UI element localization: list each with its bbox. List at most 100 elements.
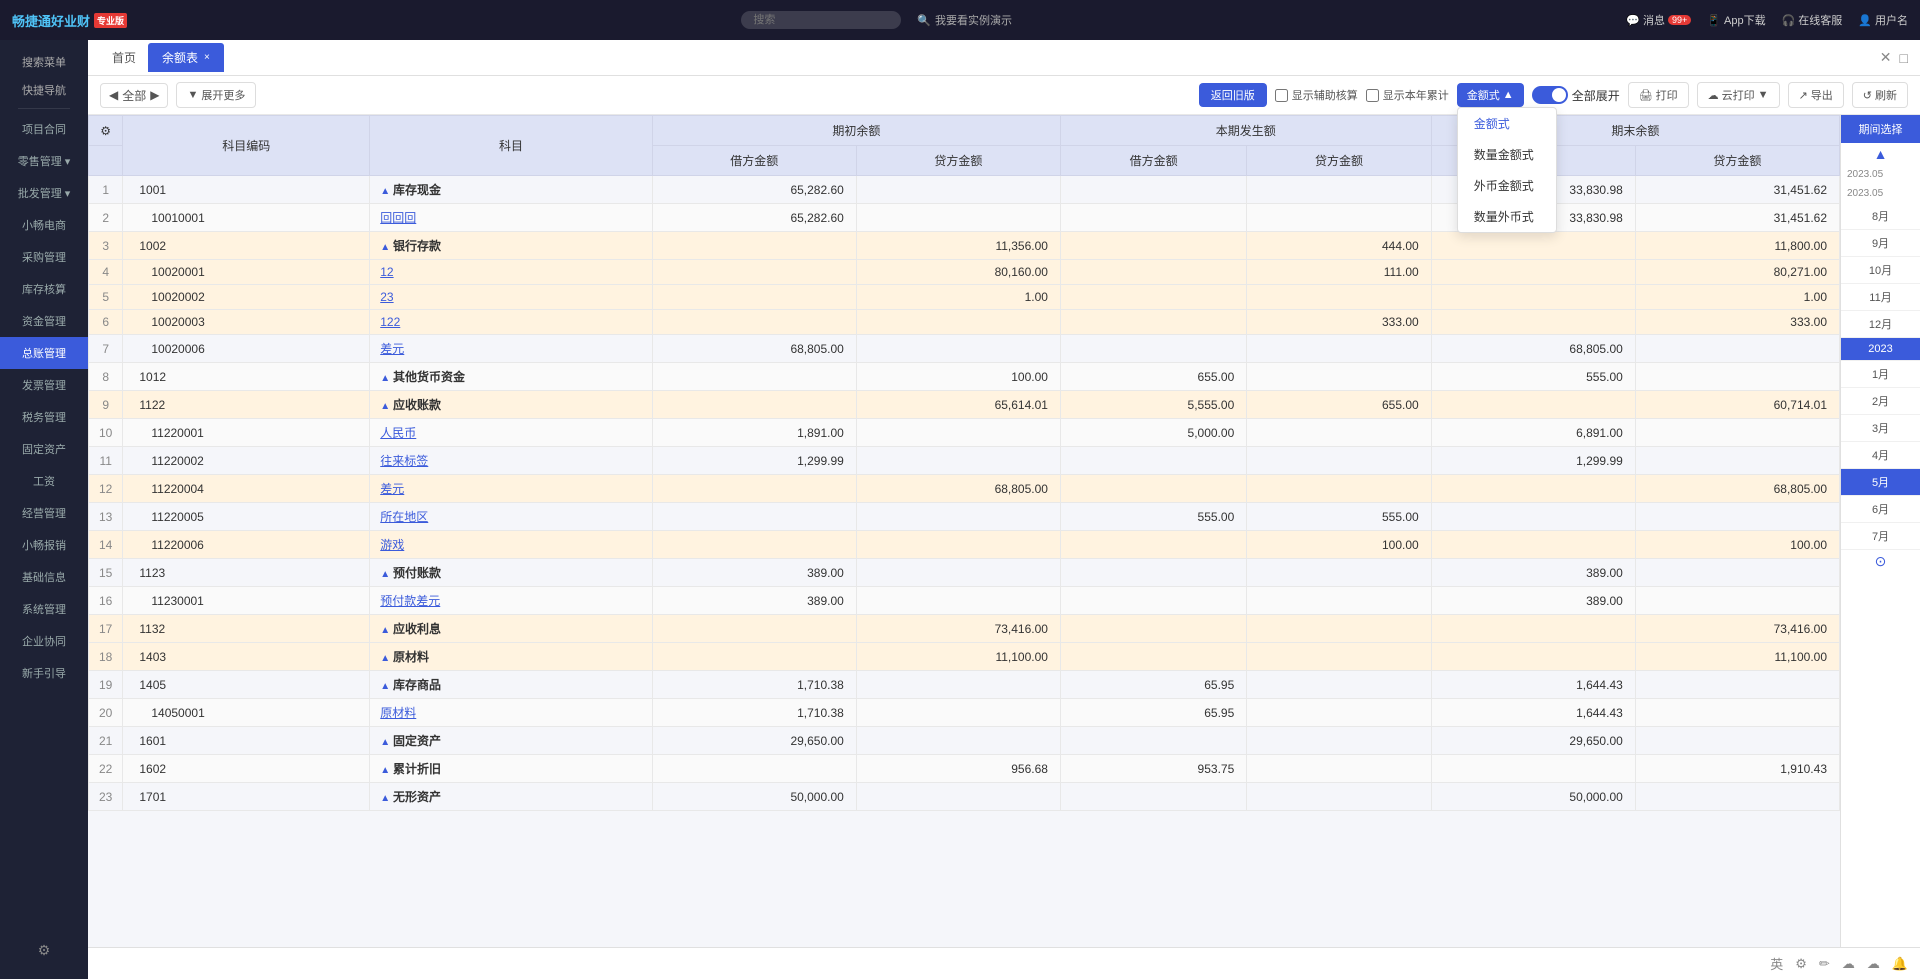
sidebar-item-ledger[interactable]: 总账管理 [0,337,88,369]
sidebar-item-capital[interactable]: 资金管理 [0,305,88,337]
right-panel-month-10[interactable]: 10月 [1841,257,1920,284]
right-panel-month-11[interactable]: 11月 [1841,284,1920,311]
row-amount-cell [1431,615,1635,643]
top-bar: 畅捷通好业财 专业版 🔍 我要看实例演示 💬 消息 99+ 📱 App下载 🎧 … [0,0,1920,40]
right-panel-month-2[interactable]: 2月 [1841,388,1920,415]
sidebar-quick-nav[interactable]: 快捷导航 [22,76,66,104]
online-service-btn[interactable]: 🎧 在线客服 [1782,12,1843,28]
window-close-btn[interactable]: ✕ [1880,49,1892,66]
row-amount-cell: 11,100.00 [1635,643,1839,671]
sidebar-item-wholesale[interactable]: 批发管理 ▾ [0,177,88,209]
settings-icon[interactable]: ⚙ [30,934,59,967]
sidebar-search[interactable]: 搜索菜单 [22,48,66,76]
right-panel-month-12[interactable]: 12月 [1841,311,1920,338]
sidebar-item-purchase[interactable]: 采购管理 [0,241,88,273]
tab-balance-sheet[interactable]: 余额表 × [148,43,224,72]
window-max-btn[interactable]: □ [1900,49,1908,66]
message-btn[interactable]: 💬 消息 99+ [1626,12,1691,28]
right-panel-month-7[interactable]: 7月 [1841,523,1920,550]
show-audit-checkbox[interactable]: 显示辅助核算 [1275,87,1358,103]
row-amount-cell: 111.00 [1247,260,1431,285]
tab-home[interactable]: 首页 [100,41,148,74]
back-old-btn[interactable]: 返回旧版 [1199,83,1267,107]
col-cl-credit: 贷方金额 [1635,146,1839,176]
sidebar-item-system[interactable]: 系统管理 [0,593,88,625]
row-name-cell[interactable]: 原材料 [370,699,652,727]
format-option-amount[interactable]: 金额式 [1458,108,1556,139]
sidebar-item-tax[interactable]: 税务管理 [0,401,88,433]
demo-link[interactable]: 🔍 我要看实例演示 [917,12,1012,28]
ytd-checkbox-input[interactable] [1366,89,1379,102]
row-amount-cell: 555.00 [1431,363,1635,391]
row-amount-cell: 555.00 [1247,503,1431,531]
edit-icon[interactable]: ✏ [1819,956,1830,972]
format-dropdown-btn[interactable]: 金额式 ▲ [1457,83,1524,107]
right-panel-month-8[interactable]: 8月 [1841,203,1920,230]
row-name-cell[interactable]: 人民币 [370,419,652,447]
row-amount-cell: 73,416.00 [856,615,1060,643]
bell-icon[interactable]: 🔔 [1892,956,1908,972]
sidebar-item-retail[interactable]: 零售管理 ▾ [0,145,88,177]
sidebar-item-management[interactable]: 经营管理 [0,497,88,529]
sidebar-item-ecommerce[interactable]: 小畅电商 [0,209,88,241]
row-name-cell[interactable]: 122 [370,310,652,335]
row-name-cell[interactable]: 差元 [370,475,652,503]
row-name-cell: ▲ 其他货币资金 [370,363,652,391]
row-amount-cell: 389.00 [652,587,856,615]
tab-close-btn[interactable]: × [204,52,210,63]
row-name-cell[interactable]: 23 [370,285,652,310]
cloud-icon-1[interactable]: ☁ [1842,956,1855,972]
format-option-foreign-amount[interactable]: 外币金额式 [1458,170,1556,201]
row-name-cell[interactable]: 游戏 [370,531,652,559]
table-row: 510020002231.001.00 [89,285,1840,310]
row-name-cell[interactable]: 预付款差元 [370,587,652,615]
app-download-btn[interactable]: 📱 App下载 [1707,12,1765,28]
refresh-btn[interactable]: ↺ 刷新 [1852,82,1908,108]
search-input[interactable] [741,11,901,29]
sidebar-item-invoice[interactable]: 发票管理 [0,369,88,401]
row-name-cell[interactable]: 回回回 [370,204,652,232]
show-ytd-checkbox[interactable]: 显示本年累计 [1366,87,1449,103]
format-option-qty-amount[interactable]: 数量金额式 [1458,139,1556,170]
table-row: 171132▲ 应收利息73,416.0073,416.00 [89,615,1840,643]
right-panel-month-9[interactable]: 9月 [1841,230,1920,257]
col-gear[interactable]: ⚙ [89,116,123,146]
row-name-cell[interactable]: 往来标签 [370,447,652,475]
sidebar-item-cooperation[interactable]: 企业协同 [0,625,88,657]
row-name-cell[interactable]: 差元 [370,335,652,363]
audit-checkbox-input[interactable] [1275,89,1288,102]
row-name-cell[interactable]: 12 [370,260,652,285]
row-name-cell[interactable]: 所在地区 [370,503,652,531]
right-panel-up-arrow[interactable]: ▲ [1841,143,1920,165]
right-panel-month-4[interactable]: 4月 [1841,442,1920,469]
table-row: 211601▲ 固定资产29,650.0029,650.00 [89,727,1840,755]
row-code-cell: 1012 [123,363,370,391]
cloud-icon-2[interactable]: ☁ [1867,956,1880,972]
table-row: 221602▲ 累计折旧956.68953.751,910.43 [89,755,1840,783]
settings-icon-bottom[interactable]: ⚙ [1795,956,1807,972]
right-panel-month-5[interactable]: 5月 [1841,469,1920,496]
row-amount-cell [1060,232,1246,260]
right-panel-month-6[interactable]: 6月 [1841,496,1920,523]
sidebar-item-guide[interactable]: 新手引导 [0,657,88,689]
right-panel-month-1[interactable]: 1月 [1841,361,1920,388]
lang-icon[interactable]: 英 [1770,954,1783,973]
format-option-qty-foreign[interactable]: 数量外币式 [1458,201,1556,232]
right-panel-month-3[interactable]: 3月 [1841,415,1920,442]
tab-label: 余额表 [162,49,198,66]
right-panel-down-arrow[interactable]: ⊙ [1841,550,1920,573]
print-btn[interactable]: 🖨 打印 [1628,82,1689,108]
sidebar-item-assets[interactable]: 固定资产 [0,433,88,465]
sidebar-item-inventory[interactable]: 库存核算 [0,273,88,305]
row-num-cell: 20 [89,699,123,727]
sidebar-item-expense[interactable]: 小畅报销 [0,529,88,561]
expand-all-switch[interactable] [1532,86,1568,104]
nav-all-btn[interactable]: ◀ 全部 ▶ [100,83,168,108]
cloud-print-btn[interactable]: ☁ 云打印 ▼ [1697,82,1780,108]
expand-more-btn[interactable]: ▼ 展开更多 [176,82,256,108]
sidebar-item-basic[interactable]: 基础信息 [0,561,88,593]
sidebar-item-project[interactable]: 项目合同 [0,113,88,145]
export-btn[interactable]: ↗ 导出 [1788,82,1844,108]
sidebar-item-salary[interactable]: 工资 [0,465,88,497]
user-avatar[interactable]: 👤 用户名 [1858,12,1908,28]
